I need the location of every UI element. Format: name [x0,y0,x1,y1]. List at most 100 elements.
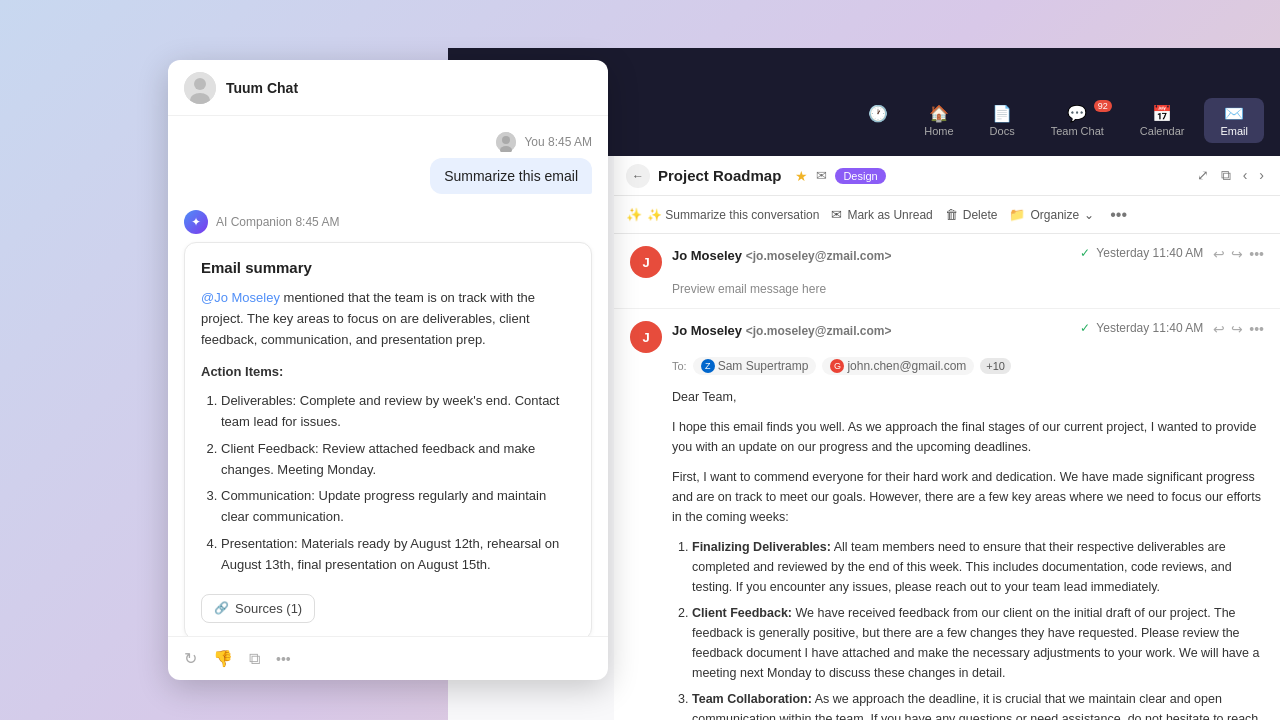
ai-card-title: Email summary [201,259,575,276]
sources-button[interactable]: 🔗 Sources (1) [201,594,315,623]
email-to-line: To: Z Sam Supertramp G john.chen@gmail.c… [672,357,1264,375]
timestamp-2: Yesterday 11:40 AM [1096,321,1203,335]
recipients-plus-count: +10 [980,358,1011,374]
more-icon-2[interactable]: ••• [1249,321,1264,337]
recipient-2: G john.chen@gmail.com [822,357,974,375]
nav-tab-calendar[interactable]: 📅 Calendar [1124,98,1201,143]
recipient-icon-2: G [830,359,844,373]
nav-tab-docs[interactable]: 📄 Docs [974,98,1031,143]
email-item-2: Client Feedback: We have received feedba… [692,603,1264,683]
home-icon: 🏠 [929,104,949,123]
sender-info-1: Jo Moseley <jo.moseley@zmail.com> [672,246,1070,264]
email-greeting: Dear Team, [672,387,1264,407]
prev-icon[interactable]: ‹ [1239,165,1252,186]
delete-button[interactable]: 🗑 Delete [945,207,998,222]
user-avatar [496,132,516,152]
to-label: To: [672,360,687,372]
chat-avatar [184,72,216,104]
more-icon-1[interactable]: ••• [1249,246,1264,262]
email-action-icons-1: ↩ ↪ ••• [1213,246,1264,262]
more-actions-icon[interactable]: ••• [276,651,291,667]
mark-unread-button[interactable]: ✉ Mark as Unread [831,207,932,222]
recipient-1: Z Sam Supertramp [693,357,817,375]
user-message: You 8:45 AM Summarize this email [184,132,592,194]
trash-icon: 🗑 [945,207,958,222]
ai-message-meta: ✦ AI Companion 8:45 AM [184,210,592,234]
email-action-bar: ✨ ✨ Summarize this conversation ✉ Mark a… [614,196,1280,234]
ai-companion-icon: ✦ [184,210,208,234]
email-message-1[interactable]: J Jo Moseley <jo.moseley@zmail.com> ✓ Ye… [614,234,1280,309]
ai-card-body: @Jo Moseley mentioned that the team is o… [201,288,575,623]
email-meta-2: ✓ Yesterday 11:40 AM [1080,321,1203,335]
ai-mention: @Jo Moseley [201,290,280,305]
next-icon[interactable]: › [1255,165,1268,186]
nav-tab-email[interactable]: ✉️ Email [1204,98,1264,143]
reply-icon-2[interactable]: ↩ [1213,321,1225,337]
ai-name-time: AI Companion 8:45 AM [216,215,339,229]
regenerate-icon[interactable]: ↻ [184,649,197,668]
team-chat-icon: 💬 [1067,104,1087,123]
email-para-2: First, I want to commend everyone for th… [672,467,1264,527]
chat-action-bar: ↻ 👎 ⧉ ••• [168,636,608,680]
chat-panel: Tuum Chat You 8:45 AM [168,60,608,680]
ai-message: ✦ AI Companion 8:45 AM Email summary @Jo… [184,210,592,636]
history-icon: 🕐 [868,104,888,123]
docs-label: Docs [990,125,1015,137]
organize-button[interactable]: 📁 Organize ⌄ [1009,207,1094,222]
ai-action-item-3: Communication: Update progress regularly… [221,486,575,528]
email-design-tag[interactable]: Design [835,168,885,184]
nav-tab-home[interactable]: 🏠 Home [908,98,969,143]
timestamp-1: Yesterday 11:40 AM [1096,246,1203,260]
ai-action-item-1: Deliverables: Complete and review by wee… [221,391,575,433]
email-label: Email [1220,125,1248,137]
reply-icon-1[interactable]: ↩ [1213,246,1225,262]
email-toolbar: ← Project Roadmap ★ ✉ Design ⤢ ⧉ ‹ › [614,156,1280,196]
forward-icon-2[interactable]: ↪ [1231,321,1243,337]
calendar-label: Calendar [1140,125,1185,137]
expand-icon[interactable]: ⤢ [1193,165,1213,186]
calendar-icon: 📅 [1152,104,1172,123]
summarize-conversation-button[interactable]: ✨ ✨ Summarize this conversation [626,207,819,222]
verified-icon-2: ✓ [1080,321,1090,335]
svg-point-1 [194,78,206,90]
nav-tab-team-chat[interactable]: 92 💬 Team Chat [1035,98,1120,143]
sparkle-icon: ✨ [626,207,642,222]
ai-action-item-4: Presentation: Materials ready by August … [221,534,575,576]
external-icon[interactable]: ⧉ [1217,165,1235,186]
nav-tabs: 🕐 🏠 Home 📄 Docs 92 💬 Team Chat 📅 Calenda… [852,98,1264,143]
home-label: Home [924,125,953,137]
chat-title: Tuum Chat [226,80,298,96]
email-envelope-icon: ✉ [816,168,827,183]
email-nav-buttons: ⤢ ⧉ ‹ › [1193,165,1268,186]
ai-action-list: Deliverables: Complete and review by wee… [221,391,575,575]
envelope-icon: ✉ [831,207,842,222]
delete-label: Delete [963,208,998,222]
email-item-3: Team Collaboration: As we approach the d… [692,689,1264,720]
forward-icon-1[interactable]: ↪ [1231,246,1243,262]
email-back-button[interactable]: ← [626,164,650,188]
email-title: Project Roadmap [658,167,781,184]
nav-tab-history[interactable]: 🕐 [852,98,904,143]
app-container: zoom 🔍 Search ⌘F 🕐 🏠 Home 📄 Docs [0,0,1280,720]
thumbs-down-icon[interactable]: 👎 [213,649,233,668]
email-preview-1: Preview email message here [672,282,1264,296]
copy-icon[interactable]: ⧉ [249,650,260,668]
email-body: Dear Team, I hope this email finds you w… [672,387,1264,720]
more-options-icon[interactable]: ••• [1110,206,1127,224]
email-para-1: I hope this email finds you well. As we … [672,417,1264,457]
team-chat-badge: 92 [1094,100,1112,112]
sender-info-2: Jo Moseley <jo.moseley@zmail.com> [672,321,1070,339]
email-content[interactable]: J Jo Moseley <jo.moseley@zmail.com> ✓ Ye… [614,234,1280,720]
sender-name-1: Jo Moseley <jo.moseley@zmail.com> [672,248,891,263]
user-message-bubble: Summarize this email [430,158,592,194]
verified-icon-1: ✓ [1080,246,1090,260]
folder-icon: 📁 [1009,207,1025,222]
organize-chevron: ⌄ [1084,208,1094,222]
user-message-meta: You 8:45 AM [496,132,592,152]
email-message-2[interactable]: J Jo Moseley <jo.moseley@zmail.com> ✓ Ye… [614,309,1280,720]
organize-label: Organize [1030,208,1079,222]
team-chat-label: Team Chat [1051,125,1104,137]
email-star-icon[interactable]: ★ [795,168,808,184]
summarize-label: ✨ Summarize this conversation [647,208,819,222]
ai-action-items-label: Action Items: [201,362,575,383]
